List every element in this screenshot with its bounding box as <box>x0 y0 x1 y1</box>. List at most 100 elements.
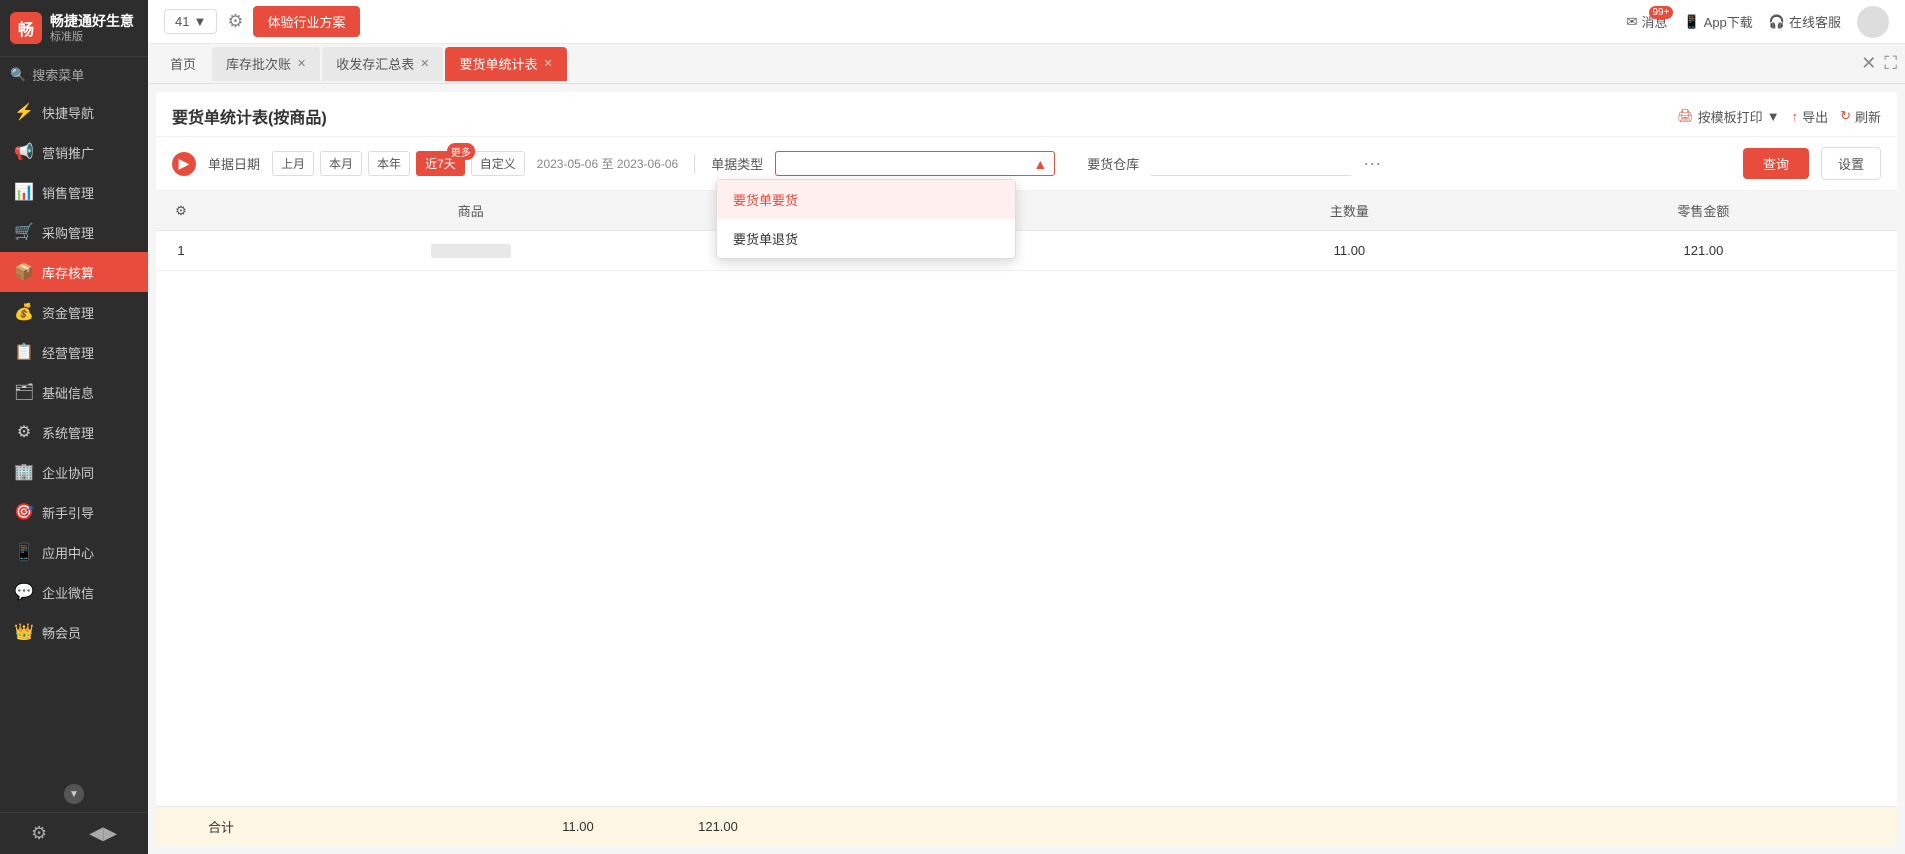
tab-receive-summary-close[interactable]: ✕ <box>420 57 429 70</box>
tab-bar: 首页 库存批次账 ✕ 收发存汇总表 ✕ 要货单统计表 ✕ ✕ ⛶ <box>148 44 1905 84</box>
sidebar-search[interactable]: 🔍 搜索菜单 <box>0 57 148 92</box>
dropdown-option-order-goods[interactable]: 要货单要货 <box>717 180 1015 219</box>
sidebar-collapse-btn[interactable]: ◀▶ <box>89 823 117 844</box>
page-actions: 🖨 按模板打印 ▼ ↑ 导出 ↻ 刷新 <box>1677 107 1881 126</box>
query-btn[interactable]: 查询 <box>1743 148 1809 179</box>
settings-btn[interactable]: 设置 <box>1821 147 1881 180</box>
export-btn[interactable]: ↑ 导出 <box>1792 107 1829 126</box>
online-service-btn[interactable]: 🎧 在线客服 <box>1769 12 1841 31</box>
top-header-right: ✉ 消息 99+ 📱 App下载 🎧 在线客服 <box>1627 6 1889 38</box>
tab-inventory-batch-close[interactable]: ✕ <box>297 57 306 70</box>
table-row: 1 块 11.00 121.00 <box>156 231 1897 271</box>
warehouse-filter-input[interactable] <box>1151 152 1351 176</box>
page-header: 要货单统计表(按商品) 🖨 按模板打印 ▼ ↑ 导出 ↻ 刷新 <box>156 92 1897 137</box>
date-btn-last-month[interactable]: 上月 <box>272 151 314 176</box>
filter-more-btn[interactable]: ··· <box>1363 153 1381 174</box>
purchase-label: 采购管理 <box>42 223 94 242</box>
tab-home[interactable]: 首页 <box>156 48 210 79</box>
sales-icon: 📊 <box>14 182 34 202</box>
tab-order-summary-close[interactable]: ✕ <box>544 57 553 70</box>
content-area: 要货单统计表(按商品) 🖨 按模板打印 ▼ ↑ 导出 ↻ 刷新 <box>148 84 1905 854</box>
enterprise-label: 企业协同 <box>42 463 94 482</box>
date-btn-this-month[interactable]: 本月 <box>320 151 362 176</box>
filter-divider <box>694 154 695 174</box>
filter-bar: ▶ 单据日期 上月 本月 本年 近7天 更多 自定义 2023-05-06 至 … <box>156 137 1897 191</box>
tab-receive-summary[interactable]: 收发存汇总表 ✕ <box>322 47 443 81</box>
print-label: 按模板打印 <box>1698 107 1763 126</box>
store-number: 41 <box>175 14 189 29</box>
print-arrow: ▼ <box>1767 109 1780 124</box>
data-table: ⚙ 商品 主计量单位 主数量 零 <box>156 191 1897 271</box>
refresh-btn[interactable]: ↻ 刷新 <box>1840 107 1881 126</box>
sidebar-item-guide[interactable]: 🎯 新手引导 <box>0 492 148 532</box>
sidebar-item-marketing[interactable]: 📢 营销推广 <box>0 132 148 172</box>
col-retail-amount: 零售金额 <box>1510 191 1897 231</box>
search-icon: 🔍 <box>10 67 26 83</box>
user-avatar[interactable] <box>1857 6 1889 38</box>
sidebar-item-system[interactable]: ⚙ 系统管理 <box>0 412 148 452</box>
sidebar-item-enterprise[interactable]: 🏢 企业协同 <box>0 452 148 492</box>
refresh-icon: ↻ <box>1840 108 1851 124</box>
date-range-text: 2023-05-06 至 2023-06-06 <box>537 155 678 172</box>
guide-label: 新手引导 <box>42 503 94 522</box>
type-filter-input[interactable] <box>775 151 1055 176</box>
tab-order-summary[interactable]: 要货单统计表 ✕ <box>445 47 566 81</box>
app-center-icon: 📱 <box>14 542 34 562</box>
inventory-label: 库存核算 <box>42 263 94 282</box>
row-index: 1 <box>156 231 206 271</box>
search-label: 搜索菜单 <box>32 65 84 84</box>
member-icon: 👑 <box>14 622 34 642</box>
date-btn-custom[interactable]: 自定义 <box>471 151 525 176</box>
wechat-icon: 💬 <box>14 582 34 602</box>
refresh-label: 刷新 <box>1855 107 1881 126</box>
finance-icon: 💰 <box>14 302 34 322</box>
sidebar-item-sales[interactable]: 📊 销售管理 <box>0 172 148 212</box>
col-product: 商品 <box>206 191 736 231</box>
type-dropdown-popup: 要货单要货 要货单退货 <box>716 179 1016 259</box>
wechat-label: 企业微信 <box>42 583 94 602</box>
tab-inventory-batch[interactable]: 库存批次账 ✕ <box>212 47 320 81</box>
date-btn-this-year[interactable]: 本年 <box>368 151 410 176</box>
warehouse-filter-label: 要货仓库 <box>1087 154 1139 173</box>
tab-close-all[interactable]: ✕ <box>1861 53 1876 74</box>
sidebar-item-basic-info[interactable]: 🗂 基础信息 <box>0 372 148 412</box>
sidebar-item-inventory[interactable]: 📦 库存核算 <box>0 252 148 292</box>
sidebar-settings-btn[interactable]: ⚙ <box>31 823 47 844</box>
sales-label: 销售管理 <box>42 183 94 202</box>
store-selector[interactable]: 41 ▼ <box>164 9 217 34</box>
date-more-badge: 更多 <box>447 143 475 160</box>
print-btn[interactable]: 🖨 按模板打印 ▼ <box>1677 107 1779 126</box>
sidebar-item-member[interactable]: 👑 畅会员 <box>0 612 148 652</box>
sidebar-item-operation[interactable]: 📋 经营管理 <box>0 332 148 372</box>
top-header: 41 ▼ ⚙ 体验行业方案 ✉ 消息 99+ 📱 App下载 🎧 在线客服 <box>148 0 1905 44</box>
tab-order-summary-label: 要货单统计表 <box>459 54 537 73</box>
notification-btn[interactable]: ✉ 消息 99+ <box>1627 12 1668 31</box>
sidebar-item-quick-nav[interactable]: ⚡ 快捷导航 <box>0 92 148 132</box>
tab-expand[interactable]: ⛶ <box>1884 53 1897 74</box>
sidebar-item-purchase[interactable]: 🛒 采购管理 <box>0 212 148 252</box>
notification-badge: 99+ <box>1649 6 1674 19</box>
date-filter-label: 单据日期 <box>208 154 260 173</box>
sidebar-item-finance[interactable]: 💰 资金管理 <box>0 292 148 332</box>
sidebar-item-wechat[interactable]: 💬 企业微信 <box>0 572 148 612</box>
export-icon: ↑ <box>1792 109 1799 124</box>
sidebar-item-app-center[interactable]: 📱 应用中心 <box>0 532 148 572</box>
table-settings-icon[interactable]: ⚙ <box>175 203 187 218</box>
quick-nav-label: 快捷导航 <box>42 103 94 122</box>
table-container: ⚙ 商品 主计量单位 主数量 零 <box>156 191 1897 806</box>
store-selector-arrow: ▼ <box>193 14 206 29</box>
sidebar-scroll-down[interactable]: ▼ <box>64 784 84 804</box>
row-quantity: 11.00 <box>1189 231 1510 271</box>
app-download-label: App下载 <box>1704 12 1753 31</box>
page-title: 要货单统计表(按商品) <box>172 104 327 128</box>
guide-icon: 🎯 <box>14 502 34 522</box>
app-download-btn[interactable]: 📱 App下载 <box>1683 12 1752 31</box>
logo-main-text: 畅捷通好生意 <box>50 12 134 30</box>
top-header-left: 41 ▼ ⚙ 体验行业方案 <box>164 6 360 37</box>
date-buttons: 上月 本月 本年 近7天 更多 自定义 <box>272 151 525 176</box>
dropdown-option-order-return[interactable]: 要货单退货 <box>717 219 1015 258</box>
filter-expand-btn[interactable]: ▶ <box>172 152 196 176</box>
header-gear-btn[interactable]: ⚙ <box>227 11 243 32</box>
industry-btn[interactable]: 体验行业方案 <box>253 6 359 37</box>
sidebar-bottom: ⚙ ◀▶ <box>0 812 148 854</box>
